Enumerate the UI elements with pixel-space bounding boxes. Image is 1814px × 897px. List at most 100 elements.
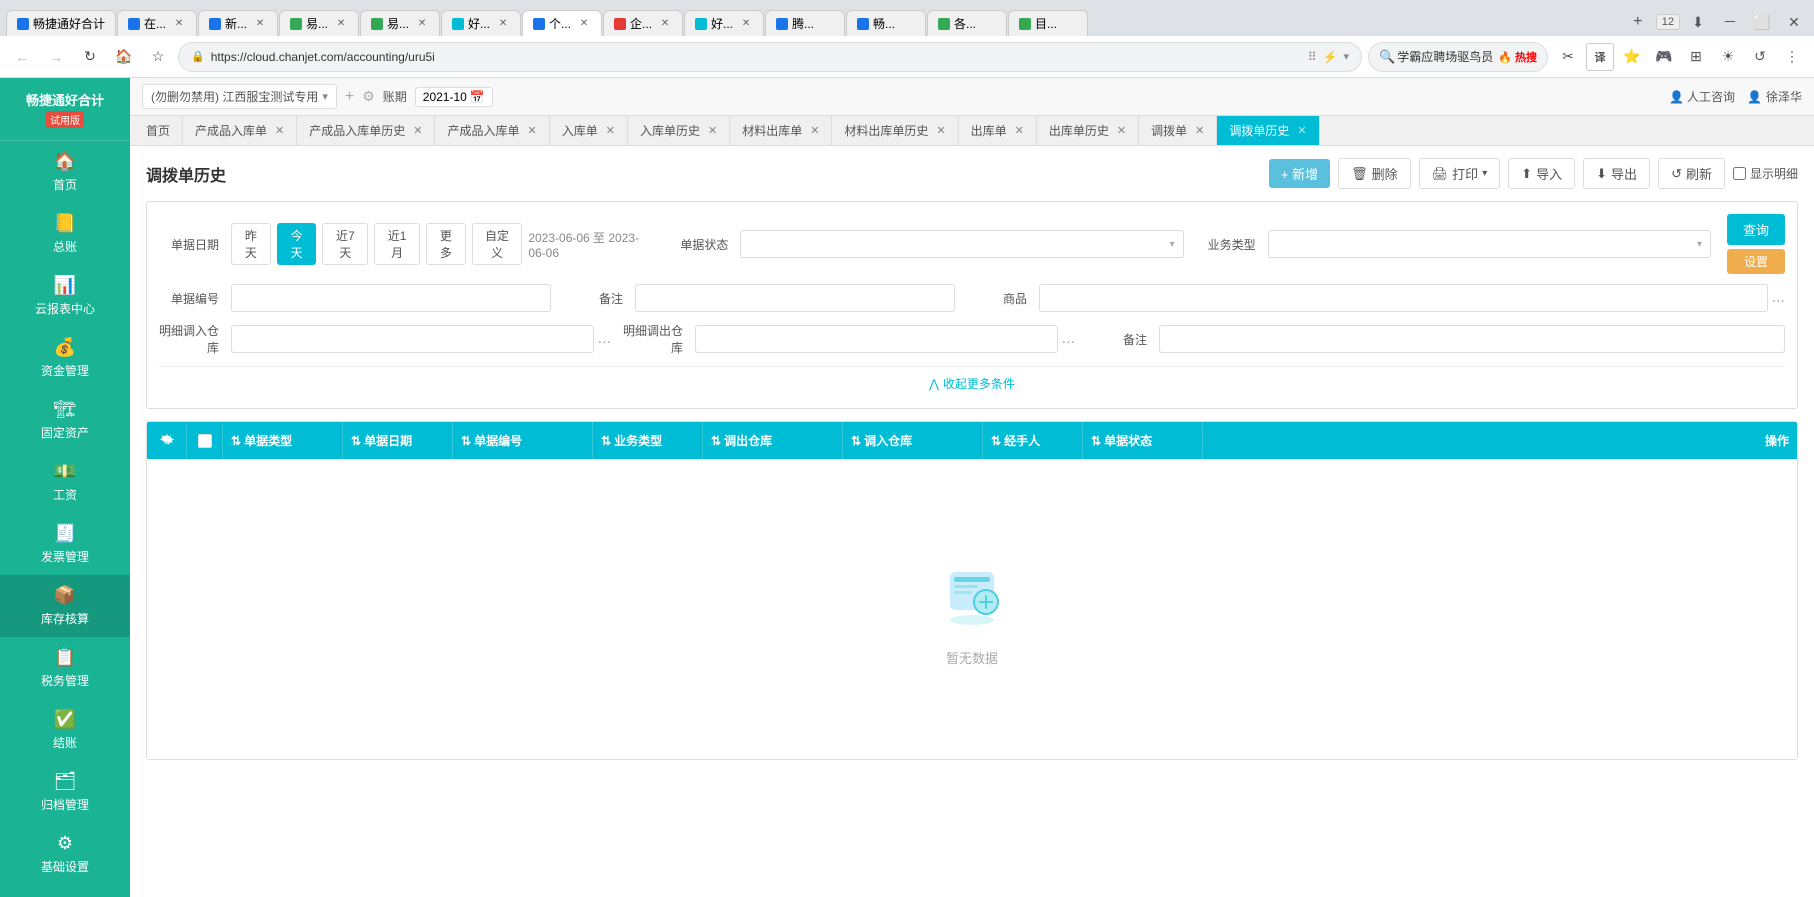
close-window-btn[interactable]: ✕ <box>1780 8 1808 36</box>
minimize-btn[interactable]: － <box>1716 8 1744 36</box>
detail-in-dots[interactable]: ... <box>598 330 611 348</box>
browser-tab-1[interactable]: 在... ✕ <box>117 10 197 36</box>
query-btn[interactable]: 查询 <box>1727 214 1785 245</box>
page-tab-close[interactable]: ✕ <box>413 124 422 137</box>
show-all-toggle[interactable]: 显示明细 <box>1733 165 1798 182</box>
menu-icon[interactable]: ⋮ <box>1778 43 1806 71</box>
browser-tab-5[interactable]: 好... ✕ <box>441 10 521 36</box>
sidebar-item-invoice[interactable]: 🧾 发票管理 <box>0 513 130 575</box>
page-tab-0[interactable]: 首页 <box>134 116 183 145</box>
col-header-out[interactable]: ⇅ 调出仓库 <box>703 422 843 459</box>
sidebar-item-fixed[interactable]: 🏗 固定资产 <box>0 389 130 451</box>
tab-close-btn[interactable]: ✕ <box>172 17 186 31</box>
browser-tab-9[interactable]: 腾... <box>765 10 845 36</box>
page-tab-9[interactable]: 出库单历史 ✕ <box>1037 116 1139 145</box>
tab-close-btn[interactable]: ✕ <box>496 17 510 31</box>
table-settings-cell[interactable] <box>147 424 187 458</box>
date-7days-btn[interactable]: 近7天 <box>322 223 368 265</box>
browser-tab-11[interactable]: 各... <box>927 10 1007 36</box>
address-dropdown[interactable]: ▾ <box>1343 50 1349 63</box>
page-tab-close[interactable]: ✕ <box>1297 124 1306 137</box>
new-btn[interactable]: + 新增 <box>1269 159 1330 188</box>
browser-tab-6[interactable]: 个... ✕ <box>522 10 602 36</box>
page-tab-5[interactable]: 入库单历史 ✕ <box>628 116 730 145</box>
reload-btn[interactable]: ↻ <box>76 43 104 71</box>
page-tab-11[interactable]: 调拨单历史 ✕ <box>1217 116 1319 145</box>
page-tab-close[interactable]: ✕ <box>936 124 945 137</box>
import-btn[interactable]: ⬆ 导入 <box>1508 158 1575 189</box>
col-header-status[interactable]: ⇅ 单据状态 <box>1083 422 1203 459</box>
col-header-in[interactable]: ⇅ 调入仓库 <box>843 422 983 459</box>
filter-settings-btn[interactable]: 设置 <box>1727 249 1785 274</box>
page-tab-8[interactable]: 出库单 ✕ <box>959 116 1037 145</box>
page-tab-10[interactable]: 调拨单 ✕ <box>1139 116 1217 145</box>
sidebar-item-ledger[interactable]: 📒 总账 <box>0 203 130 265</box>
home-btn[interactable]: 🏠 <box>110 43 138 71</box>
print-btn[interactable]: 🖨 打印 ▾ <box>1419 158 1501 189</box>
sidebar-item-stock[interactable]: 📦 库存核算 <box>0 575 130 637</box>
detail-out-dots[interactable]: ... <box>1062 330 1075 348</box>
sidebar-item-archive[interactable]: 🗂 归档管理 <box>0 761 130 823</box>
game-icon[interactable]: 🎮 <box>1650 43 1678 71</box>
page-tab-close[interactable]: ✕ <box>275 124 284 137</box>
sidebar-item-settings[interactable]: ⚙ 基础设置 <box>0 823 130 885</box>
apps-icon[interactable]: ⊞ <box>1682 43 1710 71</box>
browser-tab-12[interactable]: 目... <box>1008 10 1088 36</box>
sidebar-item-home[interactable]: 🏠 首页 <box>0 141 130 203</box>
sidebar-item-tax[interactable]: 📋 税务管理 <box>0 637 130 699</box>
date-today-btn[interactable]: 今天 <box>277 223 317 265</box>
theme-icon[interactable]: ☀ <box>1714 43 1742 71</box>
browser-tab-4[interactable]: 易... ✕ <box>360 10 440 36</box>
page-tab-close[interactable]: ✕ <box>606 124 615 137</box>
settings-gear-icon[interactable]: ⚙ <box>362 88 375 105</box>
remark-filter-input[interactable] <box>635 284 955 312</box>
num-filter-input[interactable] <box>231 284 551 312</box>
tab-close-btn[interactable]: ✕ <box>415 17 429 31</box>
page-tab-2[interactable]: 产成品入库单历史 ✕ <box>297 116 435 145</box>
detail-remark-input[interactable] <box>1159 325 1785 353</box>
col-header-handler[interactable]: ⇅ 经手人 <box>983 422 1083 459</box>
col-header-num[interactable]: ⇅ 单据编号 <box>453 422 593 459</box>
maximize-btn[interactable]: ⬜ <box>1748 8 1776 36</box>
select-all-checkbox[interactable] <box>198 434 212 448</box>
page-tab-close[interactable]: ✕ <box>1195 124 1204 137</box>
tab-close-btn[interactable]: ✕ <box>577 17 591 31</box>
browser-tab-8[interactable]: 好... ✕ <box>684 10 764 36</box>
browser-tab-0[interactable]: 畅捷通好合计 <box>6 10 116 36</box>
period-value[interactable]: 2021-10 📅 <box>415 87 493 107</box>
sidebar-item-settle[interactable]: ✅ 结账 <box>0 699 130 761</box>
scissors-icon[interactable]: ✂ <box>1554 43 1582 71</box>
refresh-btn[interactable]: ↺ 刷新 <box>1658 158 1725 189</box>
browser-tab-7[interactable]: 企... ✕ <box>603 10 683 36</box>
page-tab-7[interactable]: 材料出库单历史 ✕ <box>832 116 958 145</box>
downloads-icon[interactable]: ⬇ <box>1684 8 1712 36</box>
user-info[interactable]: 👤 徐泽华 <box>1747 88 1802 105</box>
date-1month-btn[interactable]: 近1月 <box>374 223 420 265</box>
history-icon[interactable]: ↺ <box>1746 43 1774 71</box>
col-header-date[interactable]: ⇅ 单据日期 <box>343 422 453 459</box>
browser-tab-10[interactable]: 畅... <box>846 10 926 36</box>
col-header-type[interactable]: ⇅ 单据类型 <box>223 422 343 459</box>
date-more-btn[interactable]: 更多 <box>426 223 466 265</box>
tab-close-btn[interactable]: ✕ <box>253 17 267 31</box>
page-tab-close[interactable]: ✕ <box>1117 124 1126 137</box>
delete-btn[interactable]: 🗑 删除 <box>1338 158 1411 189</box>
bookmark-btn[interactable]: ☆ <box>144 43 172 71</box>
new-tab-btn[interactable]: + <box>1624 8 1652 36</box>
page-tab-1[interactable]: 产成品入库单 ✕ <box>183 116 297 145</box>
page-tab-close[interactable]: ✕ <box>1015 124 1024 137</box>
page-tab-close[interactable]: ✕ <box>810 124 819 137</box>
detail-in-input[interactable] <box>231 325 594 353</box>
page-tab-3[interactable]: 产成品入库单 ✕ <box>435 116 549 145</box>
translate-icon[interactable]: 译 <box>1586 43 1614 71</box>
forward-btn[interactable]: → <box>42 43 70 71</box>
sidebar-item-guide[interactable]: 📖 新手引导 <box>0 885 130 897</box>
status-filter-select[interactable]: ▾ <box>740 230 1183 258</box>
back-btn[interactable]: ← <box>8 43 36 71</box>
address-bar[interactable]: 🔒 https://cloud.chanjet.com/accounting/u… <box>178 42 1362 72</box>
browser-tab-3[interactable]: 易... ✕ <box>279 10 359 36</box>
star-icon[interactable]: ⭐ <box>1618 43 1646 71</box>
show-all-checkbox[interactable] <box>1733 167 1746 180</box>
sidebar-item-fund[interactable]: 💰 资金管理 <box>0 327 130 389</box>
page-tab-6[interactable]: 材料出库单 ✕ <box>730 116 832 145</box>
